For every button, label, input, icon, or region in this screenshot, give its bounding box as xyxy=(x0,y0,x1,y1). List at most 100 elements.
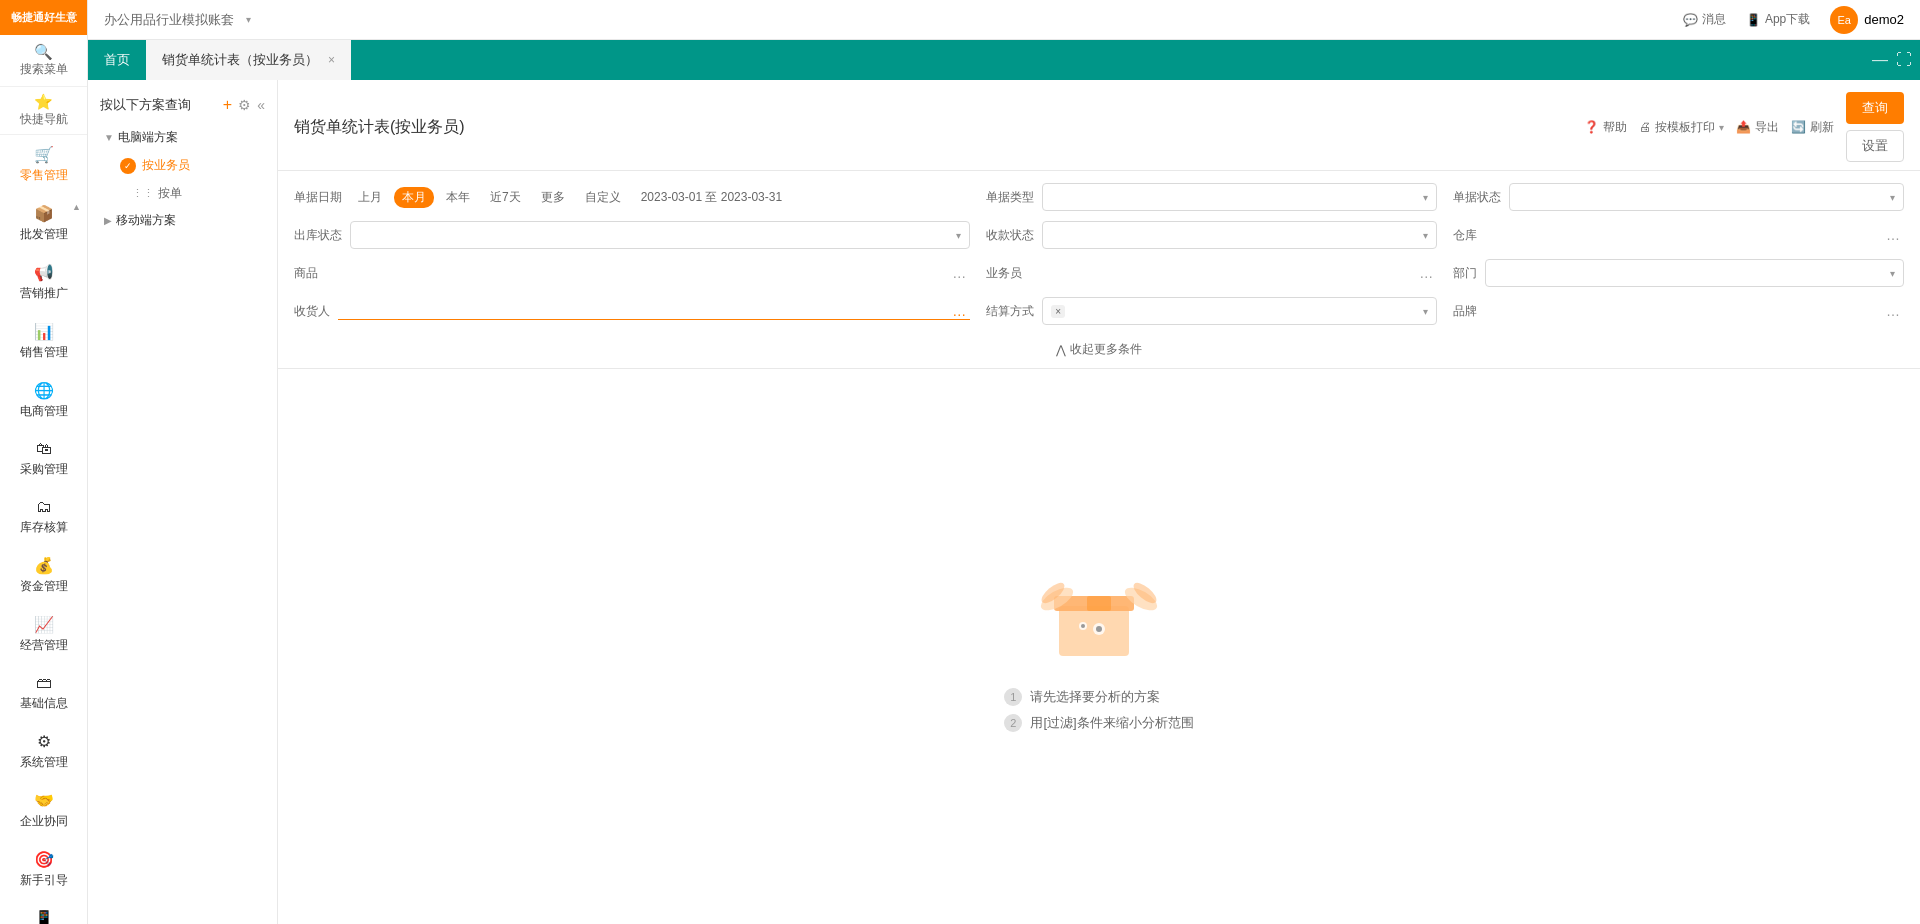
consignee-input[interactable]: … xyxy=(338,303,970,320)
sidebar-item-sales[interactable]: 📊 销售管理 xyxy=(0,312,87,371)
user-name: demo2 xyxy=(1864,12,1904,27)
doctype-arrow-icon: ▾ xyxy=(1423,192,1428,203)
outstatus-select[interactable]: ▾ xyxy=(350,221,970,249)
empty-tip-1: 1 请先选择要分析的方案 xyxy=(1004,688,1193,706)
tip2-num: 2 xyxy=(1004,714,1022,732)
sidebar-item-finance[interactable]: 💰 资金管理 xyxy=(0,546,87,605)
print-icon: 🖨 xyxy=(1639,120,1651,134)
doctype-select[interactable]: ▾ xyxy=(1042,183,1437,211)
this-month-btn[interactable]: 本月 xyxy=(394,187,434,208)
last-month-btn[interactable]: 上月 xyxy=(350,187,390,208)
sidebar-item-wholesale[interactable]: 📦 批发管理 ▲ xyxy=(0,194,87,253)
sub-item-icon: ⋮⋮ xyxy=(132,187,154,200)
filter-consignee-col: 收货人 … xyxy=(294,303,970,320)
sidebar-quicknav[interactable]: ⭐ 快捷导航 xyxy=(0,87,87,135)
filter-goods-col: 商品 … xyxy=(294,259,970,287)
desktop-scheme-group: ▼ 电脑端方案 ✓ 按业务员 ⋮⋮ 按单 xyxy=(88,124,277,207)
filter-date-col: 单据日期 上月 本月 本年 近7天 更多 自定义 2023-03-01 至 20… xyxy=(294,187,970,208)
this-year-btn[interactable]: 本年 xyxy=(438,187,478,208)
empty-state: 1 请先选择要分析的方案 2 用[过滤]条件来缩小分析范围 xyxy=(278,369,1920,924)
expand-arrow-icon: ▲ xyxy=(72,202,81,212)
topbar-right: 💬 消息 📱 App下载 Ea demo2 xyxy=(1683,6,1904,34)
brand-input[interactable]: … xyxy=(1485,297,1904,325)
tab-home[interactable]: 首页 xyxy=(88,40,146,80)
salesman-input[interactable]: … xyxy=(1030,259,1437,287)
payment-arrow-icon: ▾ xyxy=(1423,306,1428,317)
sidebar-item-base[interactable]: 🗃 基础信息 xyxy=(0,664,87,722)
salesman-dots-icon: … xyxy=(1419,265,1433,281)
scheme-sub-item-by-doc[interactable]: ⋮⋮ 按单 xyxy=(88,180,277,207)
filter-outstatus-col: 出库状态 ▾ xyxy=(294,221,970,249)
desktop-group-arrow-icon: ▼ xyxy=(104,132,114,143)
query-button[interactable]: 查询 xyxy=(1846,92,1904,124)
help-btn[interactable]: ❓ 帮助 xyxy=(1584,119,1627,136)
sidebar-item-newbie[interactable]: 🎯 新手引导 xyxy=(0,840,87,899)
sidebar-search[interactable]: 🔍 搜索菜单 xyxy=(0,35,87,87)
inventory-icon: 🗂 xyxy=(36,498,52,516)
topbar-user[interactable]: Ea demo2 xyxy=(1830,6,1904,34)
scheme-item-label: 按业务员 xyxy=(142,157,190,174)
collapse-conditions-btn[interactable]: ⋀ 收起更多条件 xyxy=(1056,341,1142,358)
sidebar-item-marketing[interactable]: 📢 营销推广 xyxy=(0,253,87,312)
goods-input[interactable]: … xyxy=(326,259,970,287)
filter-payment-col: 结算方式 × ▾ xyxy=(986,297,1437,325)
collapse-label: 收起更多条件 xyxy=(1070,341,1142,358)
outstatus-label: 出库状态 xyxy=(294,227,342,244)
payment-select[interactable]: × ▾ xyxy=(1042,297,1437,325)
more-date-btn[interactable]: 更多 xyxy=(533,187,573,208)
wholesale-icon: 📦 xyxy=(34,204,54,223)
filter-recvstatus-col: 收款状态 ▾ xyxy=(986,221,1437,249)
sidebar-item-appstore[interactable]: 📱 应用中心 xyxy=(0,899,87,924)
operation-icon: 📈 xyxy=(34,615,54,634)
last7-btn[interactable]: 近7天 xyxy=(482,187,529,208)
recvstatus-select[interactable]: ▾ xyxy=(1042,221,1437,249)
svg-point-8 xyxy=(1081,624,1085,628)
export-btn[interactable]: 📤 导出 xyxy=(1736,119,1779,136)
mobile-group-arrow-icon: ▶ xyxy=(104,215,112,226)
tab-expand-icon[interactable]: ⛶ xyxy=(1896,51,1912,69)
docstatus-select[interactable]: ▾ xyxy=(1509,183,1904,211)
filter-warehouse-col: 仓库 … xyxy=(1453,221,1904,249)
sidebar-item-purchase[interactable]: 🛍 采购管理 xyxy=(0,430,87,488)
tab-active[interactable]: 销货单统计表（按业务员） × xyxy=(146,40,351,80)
empty-tips: 1 请先选择要分析的方案 2 用[过滤]条件来缩小分析范围 xyxy=(1004,688,1193,732)
sidebar-item-operation[interactable]: 📈 经营管理 xyxy=(0,605,87,664)
desktop-scheme-header[interactable]: ▼ 电脑端方案 xyxy=(88,124,277,151)
sidebar-item-system[interactable]: ⚙ 系统管理 xyxy=(0,722,87,781)
tab-close-icon[interactable]: × xyxy=(328,53,335,67)
payment-tag[interactable]: × xyxy=(1051,305,1065,318)
sidebar-item-corp[interactable]: 🤝 企业协同 xyxy=(0,781,87,840)
print-chevron-icon: ▾ xyxy=(1719,122,1724,133)
topbar: 办公用品行业模拟账套 ▾ 💬 消息 📱 App下载 Ea demo2 xyxy=(88,0,1920,40)
date-group: 上月 本月 本年 近7天 更多 自定义 2023-03-01 至 2023-03… xyxy=(350,187,970,208)
refresh-btn[interactable]: 🔄 刷新 xyxy=(1791,119,1834,136)
warehouse-dots-icon: … xyxy=(1886,227,1900,243)
breadcrumb-chevron-icon: ▾ xyxy=(246,14,251,25)
purchase-icon: 🛍 xyxy=(36,440,52,458)
collapse-panel-icon[interactable]: « xyxy=(257,97,265,113)
scheme-item-by-salesman[interactable]: ✓ 按业务员 xyxy=(88,151,277,180)
mobile-scheme-group[interactable]: ▶ 移动端方案 xyxy=(88,207,277,234)
mobile-scheme-label: 移动端方案 xyxy=(116,212,176,229)
sidebar-item-inventory[interactable]: 🗂 库存核算 xyxy=(0,488,87,546)
recvstatus-arrow-icon: ▾ xyxy=(1423,230,1428,241)
settings-scheme-icon[interactable]: ⚙ xyxy=(238,97,251,113)
print-btn[interactable]: 🖨 按模板打印 ▾ xyxy=(1639,119,1724,136)
sidebar-item-retail[interactable]: 🛒 零售管理 xyxy=(0,135,87,194)
sidebar-item-ecommerce[interactable]: 🌐 电商管理 xyxy=(0,371,87,430)
date-label: 单据日期 xyxy=(294,189,342,206)
warehouse-input[interactable]: … xyxy=(1485,221,1904,249)
add-scheme-icon[interactable]: + xyxy=(223,96,232,114)
topbar-app-btn[interactable]: 📱 App下载 xyxy=(1746,11,1810,28)
docstatus-arrow-icon: ▾ xyxy=(1890,192,1895,203)
topbar-msg-btn[interactable]: 💬 消息 xyxy=(1683,11,1726,28)
tab-minimize-icon[interactable]: — xyxy=(1872,51,1888,69)
svg-rect-2 xyxy=(1087,596,1111,611)
custom-date-btn[interactable]: 自定义 xyxy=(577,187,629,208)
date-range-display: 2023-03-01 至 2023-03-31 xyxy=(641,189,782,206)
collapse-row: ⋀ 收起更多条件 xyxy=(294,335,1904,364)
dept-select[interactable]: ▾ xyxy=(1485,259,1904,287)
setting-button[interactable]: 设置 xyxy=(1846,130,1904,162)
payment-tag-close-icon[interactable]: × xyxy=(1055,306,1061,317)
desktop-scheme-label: 电脑端方案 xyxy=(118,129,178,146)
